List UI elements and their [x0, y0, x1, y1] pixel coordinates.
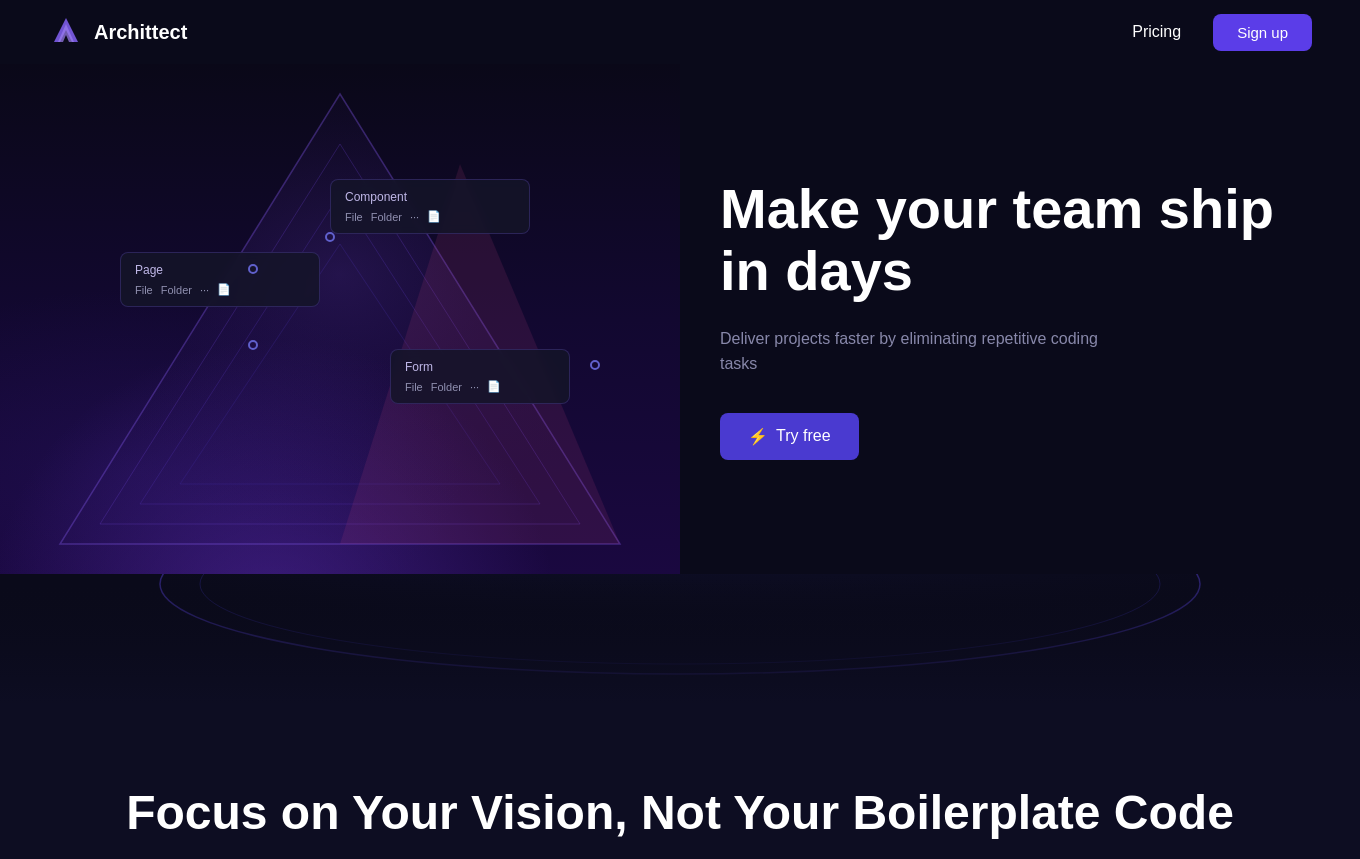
arc-svg	[0, 574, 1360, 704]
svg-rect-9	[0, 574, 1360, 704]
component-card: Component File Folder ··· 📄	[330, 179, 530, 234]
logo-icon	[48, 14, 84, 50]
signup-button[interactable]: Sign up	[1213, 14, 1312, 51]
form-card-row: File Folder ··· 📄	[405, 380, 555, 393]
page-card-row: File Folder ··· 📄	[135, 283, 305, 296]
dot-form	[590, 360, 600, 370]
component-folder[interactable]: Folder	[371, 211, 402, 223]
try-free-icon: ⚡	[748, 427, 768, 446]
focus-section: Focus on Your Vision, Not Your Boilerpla…	[0, 704, 1360, 859]
dot-component	[325, 232, 335, 242]
form-folder[interactable]: Folder	[431, 381, 462, 393]
try-free-button[interactable]: ⚡ Try free	[720, 413, 859, 460]
page-doc[interactable]: 📄	[217, 283, 231, 296]
focus-title: Focus on Your Vision, Not Your Boilerpla…	[48, 784, 1312, 842]
logo-text: Archittect	[94, 21, 187, 44]
try-free-label: Try free	[776, 427, 831, 445]
dot-page-bottom	[248, 340, 258, 350]
form-more[interactable]: ···	[470, 381, 479, 393]
form-doc[interactable]: 📄	[487, 380, 501, 393]
navbar: Archittect Pricing Sign up	[0, 0, 1360, 64]
page-file[interactable]: File	[135, 284, 153, 296]
component-more[interactable]: ···	[410, 211, 419, 223]
component-card-row: File Folder ··· 📄	[345, 210, 515, 223]
form-file[interactable]: File	[405, 381, 423, 393]
logo-area[interactable]: Archittect	[48, 14, 187, 50]
form-card-title: Form	[405, 360, 555, 374]
pricing-link[interactable]: Pricing	[1132, 23, 1181, 41]
hero-section: Component File Folder ··· 📄 Page File Fo…	[0, 64, 1360, 574]
ui-cards-layer: Component File Folder ··· 📄 Page File Fo…	[0, 64, 680, 574]
nav-right: Pricing Sign up	[1132, 14, 1312, 51]
form-card: Form File Folder ··· 📄	[390, 349, 570, 404]
page-card-title: Page	[135, 263, 305, 277]
arc-divider	[0, 574, 1360, 704]
component-card-title: Component	[345, 190, 515, 204]
component-doc[interactable]: 📄	[427, 210, 441, 223]
hero-title: Make your team ship in days	[720, 178, 1300, 301]
hero-subtitle: Deliver projects faster by eliminating r…	[720, 326, 1120, 377]
component-file[interactable]: File	[345, 211, 363, 223]
dot-page-top	[248, 264, 258, 274]
hero-visual: Component File Folder ··· 📄 Page File Fo…	[0, 64, 680, 574]
page-more[interactable]: ···	[200, 284, 209, 296]
hero-content: Make your team ship in days Deliver proj…	[680, 178, 1360, 459]
page-folder[interactable]: Folder	[161, 284, 192, 296]
page-card: Page File Folder ··· 📄	[120, 252, 320, 307]
